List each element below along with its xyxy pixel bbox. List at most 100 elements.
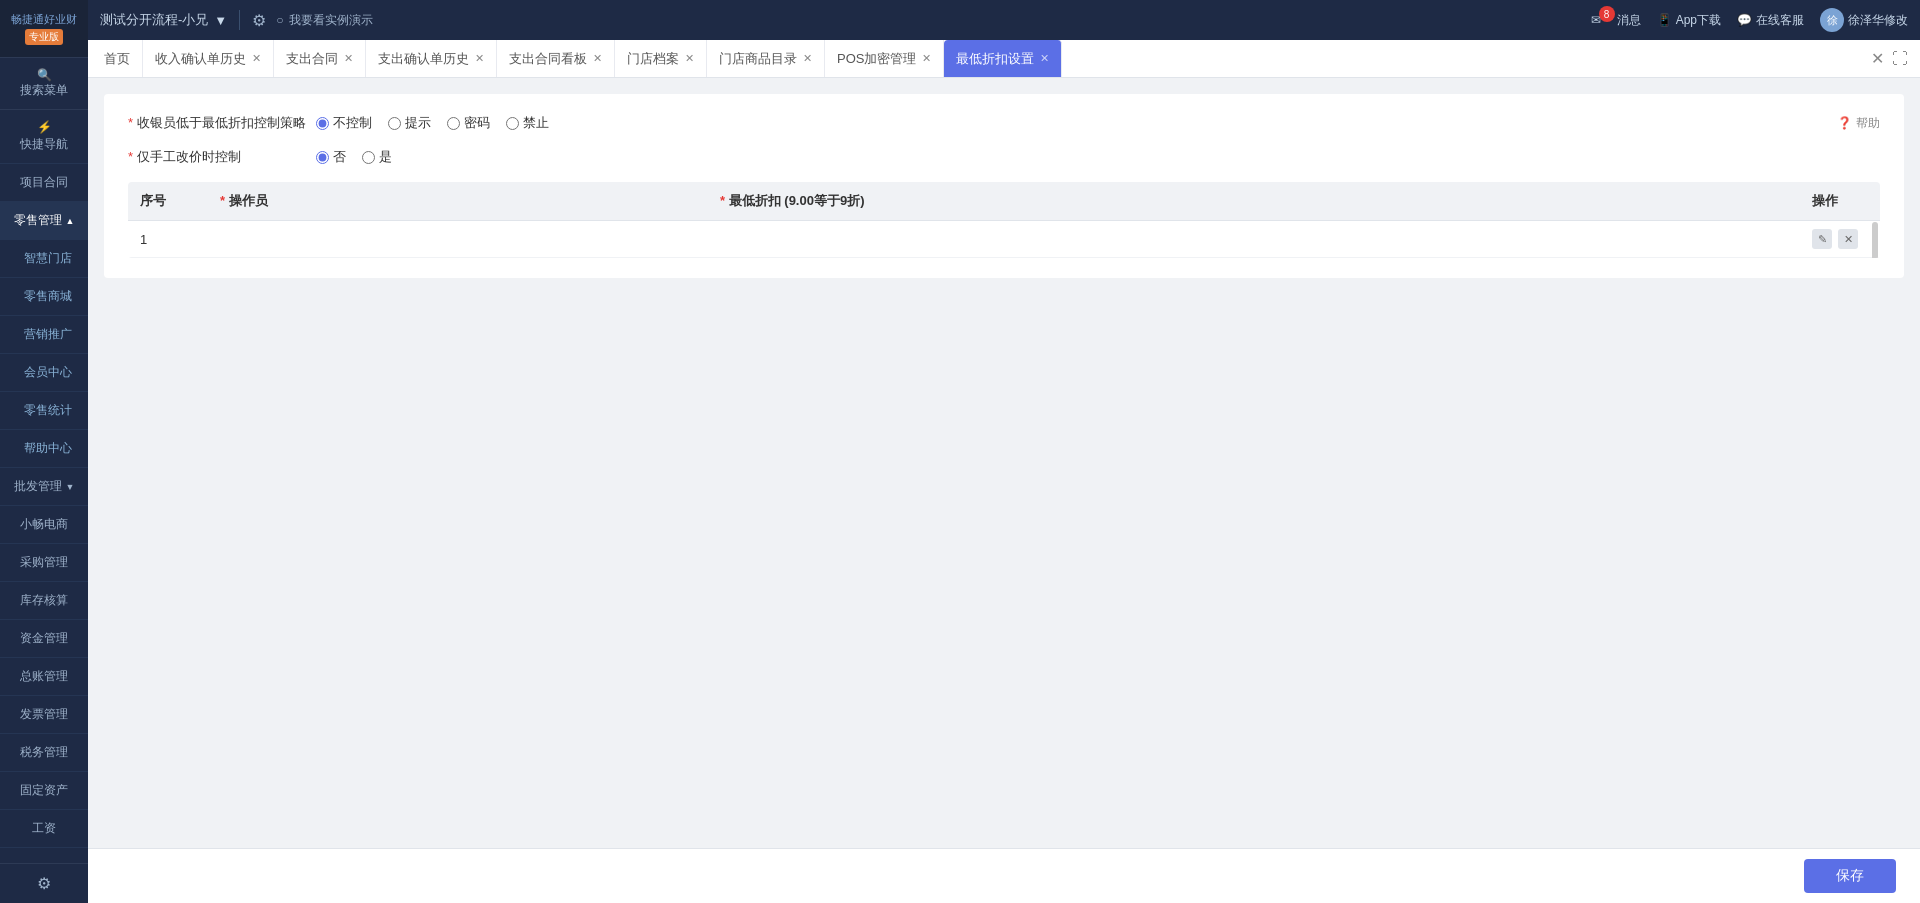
tab-payment-contract-board[interactable]: 支出合同看板 ✕ xyxy=(497,40,615,78)
manual-price-option-no[interactable]: 否 xyxy=(316,148,346,166)
gear-icon: ⚙ xyxy=(252,12,266,29)
row-action-btns: ✎ ✕ xyxy=(1812,229,1868,249)
expand-icon: ▲ xyxy=(66,216,75,226)
tab-close-icon[interactable]: ✕ xyxy=(922,52,931,65)
policy-radio-group: 不控制 提示 密码 禁止 xyxy=(316,114,549,132)
tab-close-icon[interactable]: ✕ xyxy=(685,52,694,65)
sidebar-item-tax-mgmt[interactable]: 税务管理 xyxy=(0,734,88,772)
sidebar-item-inventory[interactable]: 库存核算 xyxy=(0,582,88,620)
policy-radio-no-control[interactable] xyxy=(316,117,329,130)
policy-option-no-control[interactable]: 不控制 xyxy=(316,114,372,132)
sidebar-item-ledger-mgmt[interactable]: 总账管理 xyxy=(0,658,88,696)
policy-option-forbid[interactable]: 禁止 xyxy=(506,114,549,132)
sidebar-item-label: 发票管理 xyxy=(20,706,68,723)
sidebar-item-label: 库存核算 xyxy=(20,592,68,609)
sidebar-item-project-contract[interactable]: 项目合同 xyxy=(0,164,88,202)
project-name: 测试分开流程-小兄 xyxy=(100,11,208,29)
tab-close-icon[interactable]: ✕ xyxy=(344,52,353,65)
manual-price-radio-no[interactable] xyxy=(316,151,329,164)
edit-row-btn[interactable]: ✎ xyxy=(1812,229,1832,249)
sidebar-item-label: 快捷导航 xyxy=(20,136,68,153)
manual-price-radio-group: 否 是 xyxy=(316,148,392,166)
tab-payment-confirm-history[interactable]: 支出确认单历史 ✕ xyxy=(366,40,497,78)
message-badge: 8 xyxy=(1599,6,1615,22)
tab-label: POS加密管理 xyxy=(837,50,916,68)
sidebar-item-label: 固定资产 xyxy=(20,782,68,799)
tab-home[interactable]: 首页 xyxy=(92,40,143,78)
policy-radio-hint[interactable] xyxy=(388,117,401,130)
tab-store-product-catalog[interactable]: 门店商品目录 ✕ xyxy=(707,40,825,78)
sidebar-item-member-center[interactable]: 会员中心 xyxy=(0,354,88,392)
sidebar-item-retail-mgmt[interactable]: 零售管理 ▲ xyxy=(0,202,88,240)
policy-option-hint[interactable]: 提示 xyxy=(388,114,431,132)
sidebar-settings-btn[interactable]: ⚙ xyxy=(0,863,88,903)
sidebar-item-smart-store[interactable]: 智慧门店 xyxy=(0,240,88,278)
policy-form-row: * 收银员低于最低折扣控制策略 不控制 提示 密码 xyxy=(128,114,1880,132)
policy-option-password[interactable]: 密码 xyxy=(447,114,490,132)
help-btn[interactable]: ❓ 帮助 xyxy=(1837,115,1880,132)
radio-label: 是 xyxy=(379,148,392,166)
tabs-bar: 首页 收入确认单历史 ✕ 支出合同 ✕ 支出确认单历史 ✕ 支出合同看板 ✕ 门… xyxy=(88,40,1920,78)
message-btn[interactable]: ✉ 8 消息 xyxy=(1591,12,1641,29)
tab-payment-contract[interactable]: 支出合同 ✕ xyxy=(274,40,366,78)
tab-label: 收入确认单历史 xyxy=(155,50,246,68)
topbar-settings-btn[interactable]: ⚙ xyxy=(252,11,266,30)
topbar-right: ✉ 8 消息 📱 App下载 💬 在线客服 徐 徐泽华修改 xyxy=(1591,8,1908,32)
search-icon: 🔍 xyxy=(8,68,80,82)
sidebar-item-retail-stats[interactable]: 零售统计 xyxy=(0,392,88,430)
manual-price-option-yes[interactable]: 是 xyxy=(362,148,392,166)
col-header-action: 操作 xyxy=(1800,182,1880,221)
sidebar-item-quick-nav[interactable]: ⚡ 快捷导航 xyxy=(0,110,88,164)
save-button[interactable]: 保存 xyxy=(1804,859,1896,893)
online-service-label: 在线客服 xyxy=(1756,12,1804,29)
sidebar-item-payroll[interactable]: 工资 xyxy=(0,810,88,848)
sidebar-item-purchase-mgmt[interactable]: 采购管理 xyxy=(0,544,88,582)
tab-close-icon[interactable]: ✕ xyxy=(593,52,602,65)
sidebar-item-retail-mall[interactable]: 零售商城 xyxy=(0,278,88,316)
app-download-btn[interactable]: 📱 App下载 xyxy=(1657,12,1721,29)
sidebar-search[interactable]: 🔍 搜索菜单 xyxy=(0,58,88,110)
sidebar-item-label: 采购管理 xyxy=(20,554,68,571)
sidebar-item-invoice-mgmt[interactable]: 发票管理 xyxy=(0,696,88,734)
manual-price-label: * 仅手工改价时控制 xyxy=(128,148,308,166)
sidebar-item-help-center[interactable]: 帮助中心 xyxy=(0,430,88,468)
tab-close-icon[interactable]: ✕ xyxy=(252,52,261,65)
col-header-min-discount: * 最低折扣 (9.00等于9折) xyxy=(708,182,1800,221)
delete-row-btn[interactable]: ✕ xyxy=(1838,229,1858,249)
sidebar-item-capital-mgmt[interactable]: 资金管理 xyxy=(0,620,88,658)
tab-close-icon[interactable]: ✕ xyxy=(1040,52,1049,65)
radio-label: 提示 xyxy=(405,114,431,132)
discount-data-table: 序号 * 操作员 * 最低折扣 (9.00等于9折) 操作 xyxy=(128,182,1880,258)
sidebar-item-ecommerce[interactable]: 小畅电商 xyxy=(0,506,88,544)
user-menu[interactable]: 徐 徐泽华修改 xyxy=(1820,8,1908,32)
expand-tabs-btn[interactable]: ⛶ xyxy=(1892,50,1908,68)
tab-min-discount-settings[interactable]: 最低折扣设置 ✕ xyxy=(944,40,1062,78)
sidebar-item-marketing[interactable]: 营销推广 xyxy=(0,316,88,354)
sidebar-item-label: 小畅电商 xyxy=(20,516,68,533)
tab-store-files[interactable]: 门店档案 ✕ xyxy=(615,40,707,78)
sidebar-item-wholesale-mgmt[interactable]: 批发管理 ▼ xyxy=(0,468,88,506)
radio-label: 不控制 xyxy=(333,114,372,132)
tab-pos-password-mgmt[interactable]: POS加密管理 ✕ xyxy=(825,40,944,78)
radio-label: 禁止 xyxy=(523,114,549,132)
tab-label: 支出合同看板 xyxy=(509,50,587,68)
online-service-btn[interactable]: 💬 在线客服 xyxy=(1737,12,1804,29)
cell-operator xyxy=(208,221,708,258)
policy-radio-password[interactable] xyxy=(447,117,460,130)
sidebar-item-fixed-assets[interactable]: 固定资产 xyxy=(0,772,88,810)
tab-income-confirm-history[interactable]: 收入确认单历史 ✕ xyxy=(143,40,274,78)
demo-link[interactable]: ○ 我要看实例演示 xyxy=(276,12,373,29)
sidebar-item-label: 税务管理 xyxy=(20,744,68,761)
tab-close-icon[interactable]: ✕ xyxy=(475,52,484,65)
tab-close-icon[interactable]: ✕ xyxy=(803,52,812,65)
manual-price-radio-yes[interactable] xyxy=(362,151,375,164)
tab-label: 首页 xyxy=(104,50,130,68)
cell-seq: 1 xyxy=(128,221,208,258)
close-tab-btn[interactable]: ✕ xyxy=(1871,49,1884,68)
settings-panel: * 收银员低于最低折扣控制策略 不控制 提示 密码 xyxy=(104,94,1904,278)
service-icon: 💬 xyxy=(1737,13,1752,27)
policy-radio-forbid[interactable] xyxy=(506,117,519,130)
tab-label: 支出确认单历史 xyxy=(378,50,469,68)
sidebar-logo: 畅捷通好业财 专业版 xyxy=(0,0,88,58)
project-selector[interactable]: 测试分开流程-小兄 ▼ xyxy=(100,11,227,29)
